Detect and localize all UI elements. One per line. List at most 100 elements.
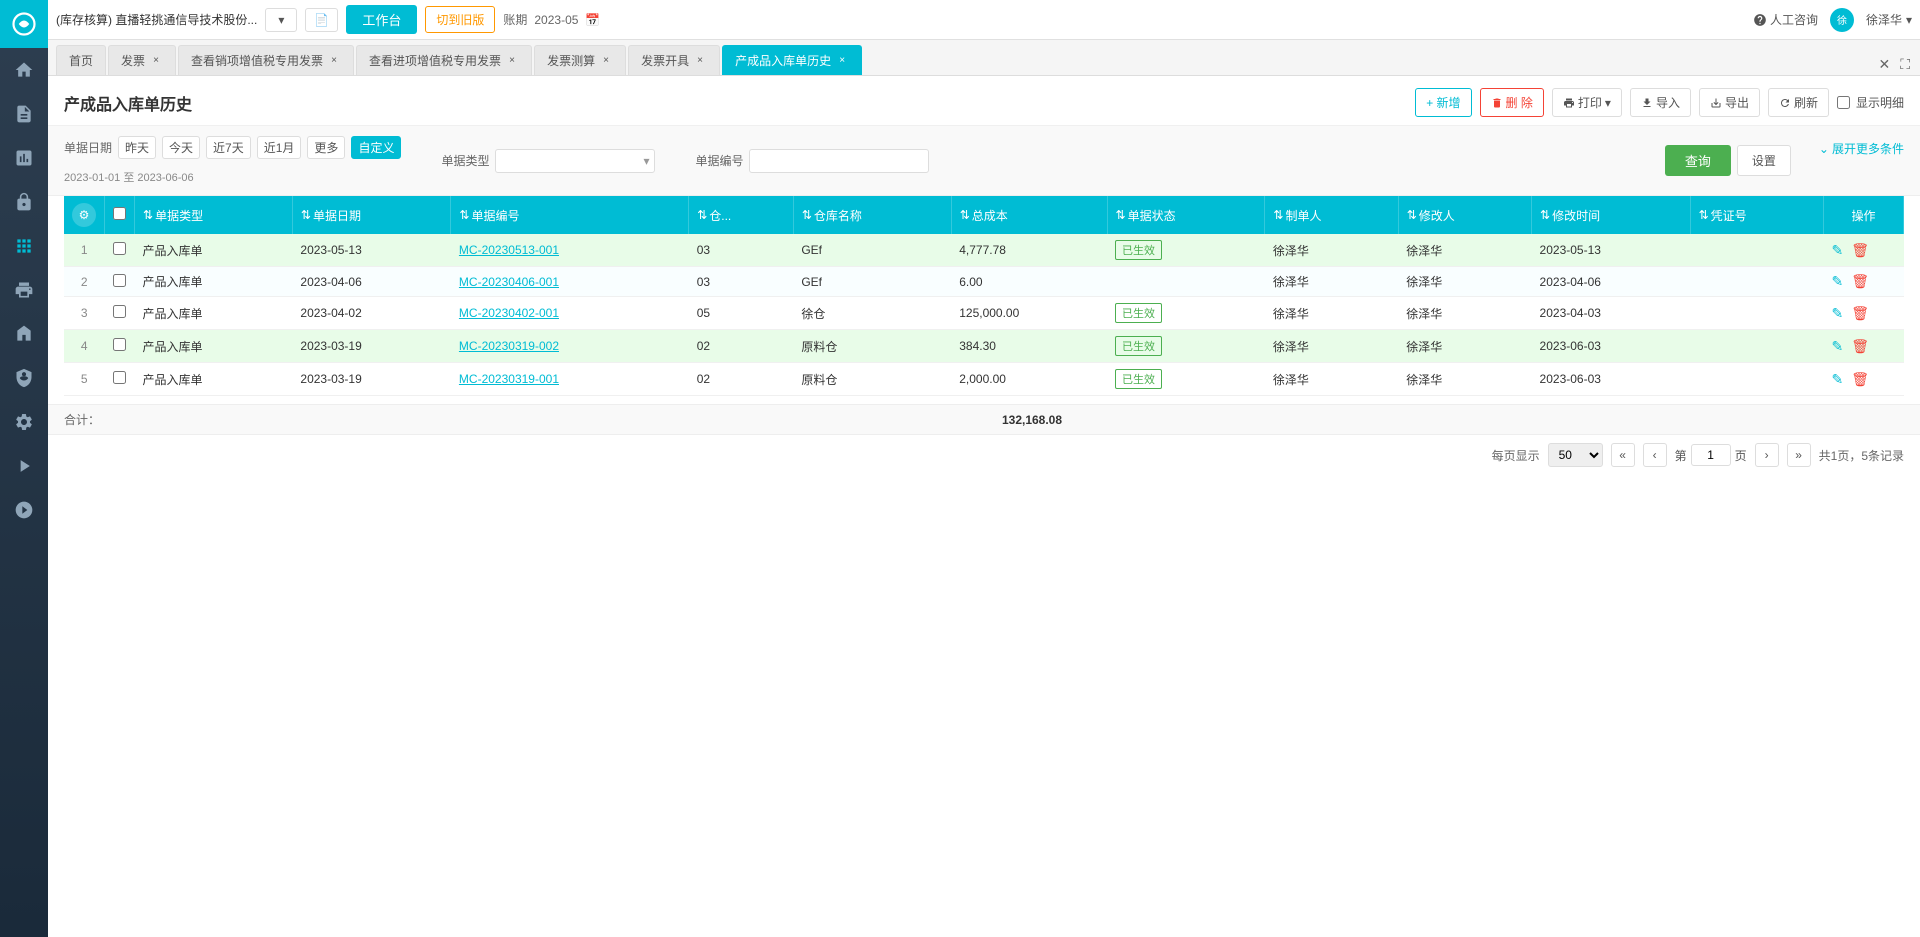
sidebar-item-warehouse[interactable] xyxy=(0,312,48,356)
row-delete-icon[interactable]: 🗑 xyxy=(1851,371,1869,388)
tab-close-purchase[interactable]: × xyxy=(505,54,519,68)
row-checkbox[interactable] xyxy=(113,242,126,255)
col-status-header[interactable]: ⇅ 单据状态 xyxy=(1107,196,1265,234)
number-input[interactable] xyxy=(749,149,929,173)
sidebar-item-settings[interactable] xyxy=(0,400,48,444)
filter-1month[interactable]: 近1月 xyxy=(257,136,302,159)
tab-invoice-open[interactable]: 发票开具 × xyxy=(628,45,720,75)
row-checkbox-cell[interactable] xyxy=(105,363,135,396)
tab-close-invoice[interactable]: × xyxy=(149,54,163,68)
first-page-btn[interactable]: « xyxy=(1611,443,1635,467)
row-checkbox-cell[interactable] xyxy=(105,267,135,297)
tab-home[interactable]: 首页 xyxy=(56,45,106,75)
table-settings-icon[interactable]: ⚙ xyxy=(72,203,96,227)
tab-close-open[interactable]: × xyxy=(693,54,707,68)
row-checkbox[interactable] xyxy=(113,274,126,287)
last-page-btn[interactable]: » xyxy=(1787,443,1811,467)
row-delete-icon[interactable]: 🗑 xyxy=(1851,242,1869,259)
delete-btn[interactable]: 删 除 xyxy=(1480,88,1544,117)
filter-custom[interactable]: 自定义 xyxy=(351,136,401,159)
sidebar-item-module[interactable] xyxy=(0,224,48,268)
row-number-link[interactable]: MC-20230406-001 xyxy=(459,275,559,289)
calendar-icon[interactable]: 📅 xyxy=(585,13,600,27)
col-checkbox-header[interactable] xyxy=(105,196,135,234)
query-btn[interactable]: 查询 xyxy=(1665,145,1731,176)
col-voucher-header[interactable]: ⇅ 凭证号 xyxy=(1690,196,1823,234)
sidebar-item-chart[interactable] xyxy=(0,136,48,180)
row-edit-icon[interactable]: ✎ xyxy=(1832,305,1844,322)
tab-invoice-calc[interactable]: 发票测算 × xyxy=(534,45,626,75)
col-creator-header[interactable]: ⇅ 制单人 xyxy=(1265,196,1398,234)
page-number-input[interactable] xyxy=(1691,444,1731,466)
row-number: MC-20230402-001 xyxy=(451,297,689,330)
row-checkbox[interactable] xyxy=(113,305,126,318)
user-menu[interactable]: 徐泽华 ▾ xyxy=(1866,11,1912,28)
switch-old-btn[interactable]: 切到旧版 xyxy=(425,6,495,33)
import-btn[interactable]: 导入 xyxy=(1630,88,1691,117)
row-checkbox-cell[interactable] xyxy=(105,234,135,267)
row-checkbox-cell[interactable] xyxy=(105,330,135,363)
filter-7days[interactable]: 近7天 xyxy=(206,136,251,159)
row-number-link[interactable]: MC-20230513-001 xyxy=(459,243,559,257)
row-checkbox[interactable] xyxy=(113,338,126,351)
tab-product-inbound[interactable]: 产成品入库单历史 × xyxy=(722,45,862,75)
col-settings[interactable]: ⚙ xyxy=(64,196,105,234)
show-detail-toggle[interactable]: 显示明细 xyxy=(1837,94,1904,111)
tab-close-calc[interactable]: × xyxy=(599,54,613,68)
sidebar-item-lock[interactable] xyxy=(0,180,48,224)
reset-btn[interactable]: 设置 xyxy=(1737,145,1791,176)
workbench-btn[interactable]: 工作台 xyxy=(346,5,417,34)
filter-more[interactable]: 更多 xyxy=(307,136,345,159)
filter-today[interactable]: 今天 xyxy=(162,136,200,159)
filter-expand[interactable]: ⌄ 展开更多条件 xyxy=(1819,140,1904,157)
row-number-link[interactable]: MC-20230319-002 xyxy=(459,339,559,353)
col-number-header[interactable]: ⇅ 单据编号 xyxy=(451,196,689,234)
export-btn[interactable]: 导出 xyxy=(1699,88,1760,117)
prev-page-btn[interactable]: ‹ xyxy=(1643,443,1667,467)
row-delete-icon[interactable]: 🗑 xyxy=(1851,273,1869,290)
sidebar-item-print[interactable] xyxy=(0,268,48,312)
tab-sales-invoice[interactable]: 查看销项增值税专用发票 × xyxy=(178,45,354,75)
filter-yesterday[interactable]: 昨天 xyxy=(118,136,156,159)
type-select[interactable]: 产品入库单 xyxy=(495,149,655,173)
tabs-maximize-btn[interactable]: ⛶ xyxy=(1898,54,1912,75)
row-delete-icon[interactable]: 🗑 xyxy=(1851,305,1869,322)
sidebar-item-stamp[interactable] xyxy=(0,356,48,400)
document-btn[interactable]: 📄 xyxy=(305,8,338,32)
tabs-close-btn[interactable]: ✕ xyxy=(1876,54,1892,75)
tab-purchase-invoice[interactable]: 查看进项增值税专用发票 × xyxy=(356,45,532,75)
col-date-header[interactable]: ⇅ 单据日期 xyxy=(292,196,451,234)
company-dropdown-btn[interactable]: ▾ xyxy=(265,8,297,32)
show-detail-checkbox[interactable] xyxy=(1837,96,1850,109)
sidebar-item-home[interactable] xyxy=(0,48,48,92)
row-type: 产品入库单 xyxy=(135,363,293,396)
per-page-select[interactable]: 20 50 100 xyxy=(1548,443,1603,467)
col-modifier-header[interactable]: ⇅ 修改人 xyxy=(1398,196,1531,234)
row-delete-icon[interactable]: 🗑 xyxy=(1851,338,1869,355)
row-edit-icon[interactable]: ✎ xyxy=(1832,371,1844,388)
row-edit-icon[interactable]: ✎ xyxy=(1832,338,1844,355)
tab-invoice[interactable]: 发票 × xyxy=(108,45,176,75)
tab-close-inbound[interactable]: × xyxy=(835,54,849,68)
help-btn[interactable]: 人工咨询 xyxy=(1753,11,1818,28)
print-btn[interactable]: 打印 ▾ xyxy=(1552,88,1622,117)
row-checkbox-cell[interactable] xyxy=(105,297,135,330)
tab-close-sales[interactable]: × xyxy=(327,54,341,68)
next-page-btn[interactable]: › xyxy=(1755,443,1779,467)
sidebar-item-document[interactable] xyxy=(0,92,48,136)
select-all-checkbox[interactable] xyxy=(113,207,126,220)
col-whname-header[interactable]: ⇅ 仓库名称 xyxy=(793,196,951,234)
row-edit-icon[interactable]: ✎ xyxy=(1832,273,1844,290)
col-modtime-header[interactable]: ⇅ 修改时间 xyxy=(1532,196,1691,234)
sidebar-item-play[interactable] xyxy=(0,444,48,488)
sidebar-item-version[interactable] xyxy=(0,488,48,532)
new-btn[interactable]: + 新增 xyxy=(1415,88,1471,117)
refresh-btn[interactable]: 刷新 xyxy=(1768,88,1829,117)
row-number-link[interactable]: MC-20230319-001 xyxy=(459,372,559,386)
col-type-header[interactable]: ⇅ 单据类型 xyxy=(135,196,293,234)
row-edit-icon[interactable]: ✎ xyxy=(1832,242,1844,259)
row-number-link[interactable]: MC-20230402-001 xyxy=(459,306,559,320)
col-cost-header[interactable]: ⇅ 总成本 xyxy=(951,196,1107,234)
col-whcode-header[interactable]: ⇅ 仓... xyxy=(689,196,794,234)
row-checkbox[interactable] xyxy=(113,371,126,384)
